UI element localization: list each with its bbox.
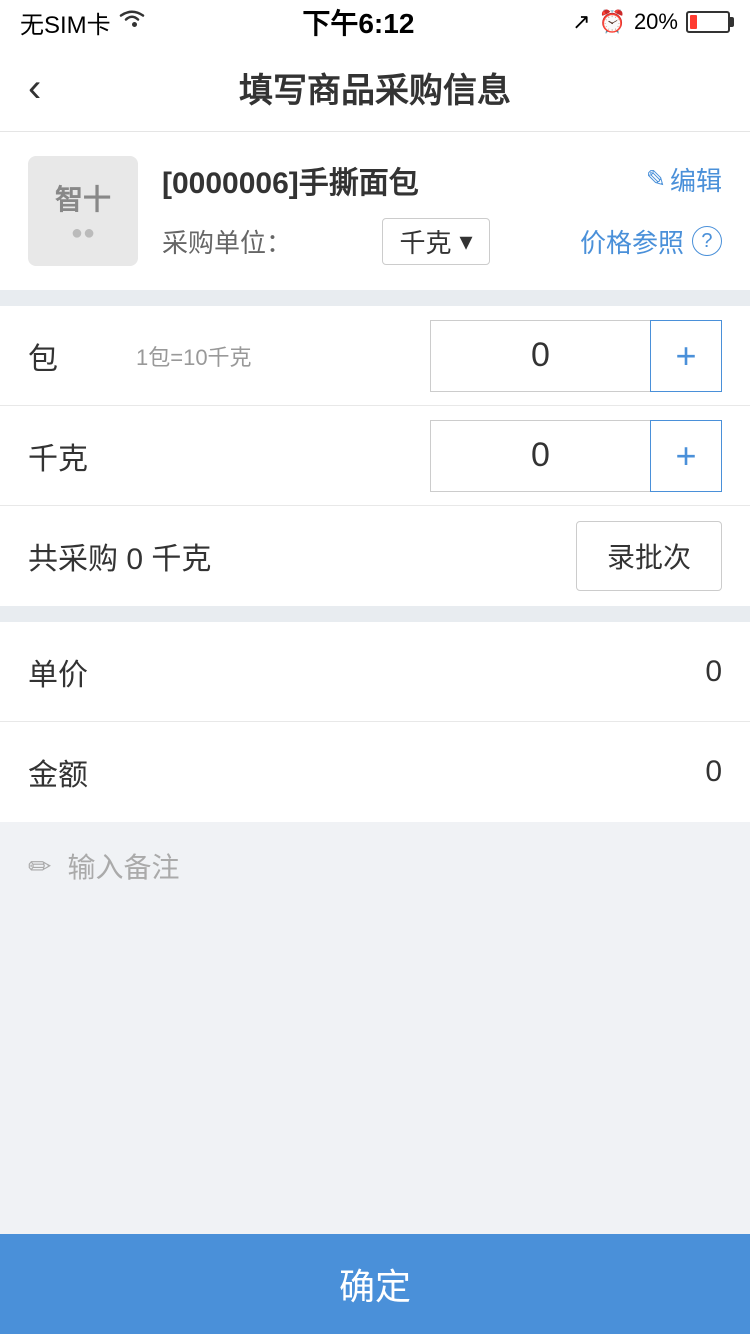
unit-price-label: 单价 xyxy=(28,650,88,694)
note-placeholder: ✏ 输入备注 xyxy=(28,846,722,886)
bag-input-right: + xyxy=(430,320,722,392)
kg-quantity-input[interactable] xyxy=(430,420,650,492)
bag-quantity-input[interactable] xyxy=(430,320,650,392)
carrier-label: 无SIM卡 xyxy=(20,5,111,40)
record-batch-button[interactable]: 录批次 xyxy=(576,521,722,591)
amount-row: 金额 0 xyxy=(0,722,750,822)
page-title: 填写商品采购信息 xyxy=(239,63,511,112)
product-info: [0000006]手撕面包 ✎ 编辑 采购单位： 千克 ▾ 价格参照 ? xyxy=(138,158,722,265)
kg-label: 千克 xyxy=(28,434,128,478)
unit-price-value: 0 xyxy=(705,655,722,689)
battery-fill xyxy=(690,15,697,29)
wifi-icon xyxy=(119,8,145,36)
unit-label: 采购单位： xyxy=(162,223,292,260)
price-ref-label: 价格参照 xyxy=(580,223,684,260)
bag-plus-button[interactable]: + xyxy=(650,320,722,392)
bag-label: 包 xyxy=(28,334,128,378)
confirm-button[interactable]: 确定 xyxy=(0,1234,750,1334)
product-name: [0000006]手撕面包 xyxy=(162,158,419,202)
pencil-icon: ✏ xyxy=(28,850,51,883)
edit-icon: ✎ xyxy=(646,165,666,194)
product-image: 智十 ●● xyxy=(28,156,138,266)
unit-price-row: 单价 0 xyxy=(0,622,750,722)
section-divider-1 xyxy=(0,290,750,306)
status-bar: 无SIM卡 下午6:12 ↗ ⏰ 20% xyxy=(0,0,750,44)
price-ref-button[interactable]: 价格参照 ? xyxy=(580,223,722,260)
status-left: 无SIM卡 xyxy=(20,5,145,40)
status-time: 下午6:12 xyxy=(302,2,414,42)
battery-label: 20% xyxy=(634,9,678,35)
bag-sublabel: 1包=10千克 xyxy=(136,340,430,372)
kg-plus-button[interactable]: + xyxy=(650,420,722,492)
unit-value: 千克 xyxy=(399,223,451,260)
product-card: 智十 ●● [0000006]手撕面包 ✎ 编辑 采购单位： 千克 ▾ 价格参照… xyxy=(0,132,750,290)
back-button[interactable]: ‹ xyxy=(28,68,41,108)
amount-value: 0 xyxy=(705,755,722,789)
location-icon: ↗ xyxy=(572,9,590,35)
alarm-icon: ⏰ xyxy=(599,9,626,35)
summary-row: 共采购 0 千克 录批次 xyxy=(0,506,750,606)
edit-label: 编辑 xyxy=(670,161,722,198)
edit-button[interactable]: ✎ 编辑 xyxy=(646,161,722,198)
note-placeholder-text: 输入备注 xyxy=(67,846,179,886)
unit-select[interactable]: 千克 ▾ xyxy=(382,218,489,265)
product-unit-row: 采购单位： 千克 ▾ 价格参照 ? xyxy=(162,218,722,265)
section-divider-2 xyxy=(0,606,750,622)
product-image-logo: 智十 ●● xyxy=(55,178,111,245)
battery-icon xyxy=(686,11,730,33)
kg-input-row: 千克 + xyxy=(0,406,750,506)
dropdown-icon: ▾ xyxy=(459,226,472,257)
status-right: ↗ ⏰ 20% xyxy=(572,9,730,35)
summary-text: 共采购 0 千克 xyxy=(28,534,211,578)
product-name-row: [0000006]手撕面包 ✎ 编辑 xyxy=(162,158,722,202)
kg-input-right: + xyxy=(430,420,722,492)
note-section[interactable]: ✏ 输入备注 xyxy=(0,822,750,1162)
price-info-section: 单价 0 金额 0 xyxy=(0,622,750,822)
nav-bar: ‹ 填写商品采购信息 xyxy=(0,44,750,132)
amount-label: 金额 xyxy=(28,750,88,794)
bag-input-row: 包 1包=10千克 + xyxy=(0,306,750,406)
input-section: 包 1包=10千克 + 千克 + xyxy=(0,306,750,506)
price-ref-help-icon: ? xyxy=(692,226,722,256)
